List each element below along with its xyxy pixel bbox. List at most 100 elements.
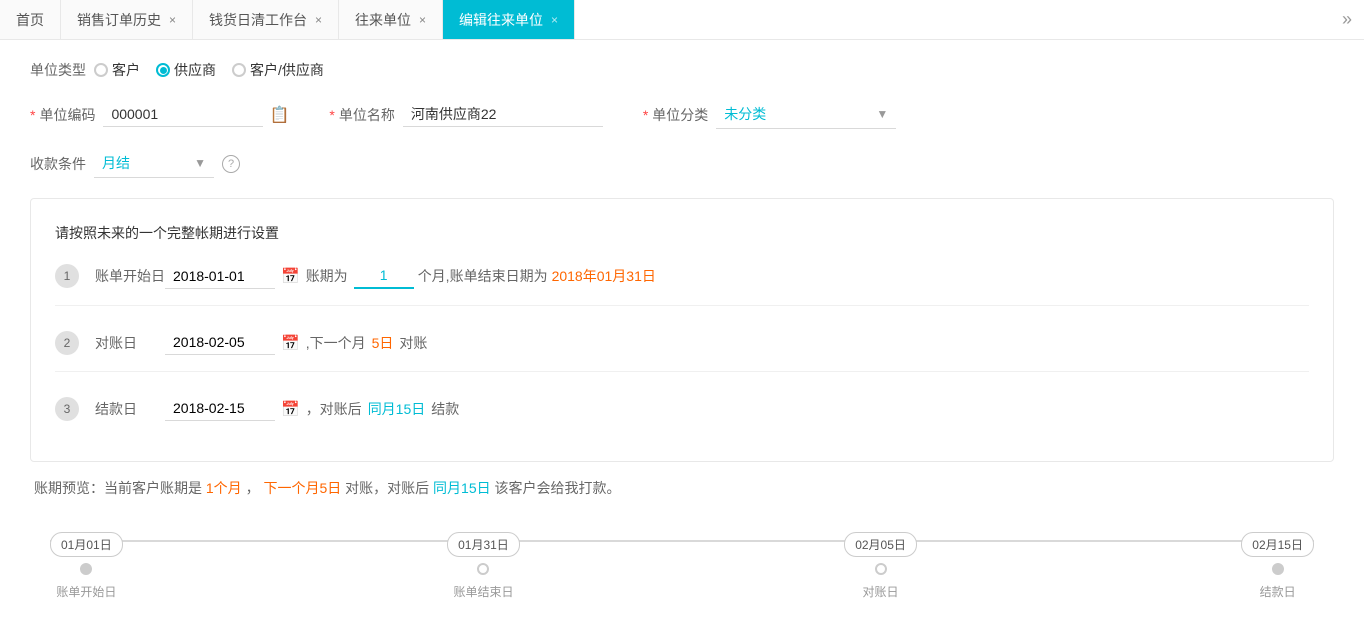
radio-supplier-label: 供应商 (174, 60, 216, 80)
tab-home-label: 首页 (16, 10, 44, 30)
tab-edit-partner-close[interactable]: × (551, 13, 558, 27)
unit-name-star: * (329, 107, 334, 123)
tab-partner-label: 往来单位 (355, 10, 411, 30)
unit-type-radio-group: 客户 供应商 客户/供应商 (94, 60, 324, 80)
payment-label: 收款条件 (30, 154, 86, 174)
tab-edit-partner[interactable]: 编辑往来单位 × (443, 0, 575, 39)
radio-customer-label: 客户 (112, 60, 140, 80)
payment-date-input[interactable] (165, 396, 275, 421)
setting-row-2: 2 对账日 📅 ,下一个月 5日 对账 (55, 330, 1309, 372)
preview-mid1: ， (246, 480, 260, 496)
unit-name-input[interactable] (403, 102, 603, 127)
payment-field: 收款条件 月结 ▼ ? (30, 149, 240, 178)
payment-date-calendar-icon[interactable]: 📅 (281, 400, 300, 418)
setting-row-3: 3 结款日 📅 ，对账后 同月15日 结款 (55, 396, 1309, 437)
preview-text: 账期预览：当前客户账期是 1个月 ， 下一个月5日 对账，对账后 同月15日 该… (30, 478, 1334, 498)
tab-home[interactable]: 首页 (0, 0, 61, 39)
timeline-point-2: 02月05日 对账日 (844, 532, 917, 600)
unit-category-select[interactable]: 未分类 ▼ (716, 100, 896, 129)
settings-box: 请按照未来的一个完整帐期进行设置 1 账单开始日 📅 账期为 个月,账单结束日期… (30, 198, 1334, 462)
unit-category-field: * 单位分类 未分类 ▼ (643, 100, 896, 129)
preview-part1: 1个月 (206, 480, 242, 496)
period-input[interactable] (354, 263, 414, 289)
reconcile-date-calendar-icon[interactable]: 📅 (281, 334, 300, 352)
radio-supplier[interactable]: 供应商 (156, 60, 216, 80)
period-label-3: ，对账后 (306, 399, 362, 419)
preview-part3: 同月15日 (433, 480, 491, 496)
unit-code-icon[interactable]: 📋 (269, 105, 289, 125)
preview-end: 该客户会给我打款。 (495, 480, 621, 496)
timeline-badge-0: 01月01日 (50, 532, 123, 557)
unit-code-input[interactable] (103, 102, 263, 127)
timeline-dot-3 (1272, 563, 1284, 575)
preview-label: 账期预览：当前客户账期是 (34, 480, 202, 496)
tab-cash-work[interactable]: 钱货日清工作台 × (193, 0, 339, 39)
unit-name-field: * 单位名称 (329, 102, 602, 127)
step-2: 2 (55, 331, 79, 355)
radio-supplier-circle (156, 63, 170, 77)
timeline-badge-1: 01月31日 (447, 532, 520, 557)
setting-row-1: 1 账单开始日 📅 账期为 个月,账单结束日期为 2018年01月31日 (55, 263, 1309, 306)
tab-sales-history-close[interactable]: × (169, 13, 176, 27)
timeline-label-2: 对账日 (863, 583, 899, 600)
radio-customer-circle (94, 63, 108, 77)
tab-cash-work-close[interactable]: × (315, 13, 322, 27)
tab-partner[interactable]: 往来单位 × (339, 0, 443, 39)
timeline-dot-0 (80, 563, 92, 575)
radio-customer[interactable]: 客户 (94, 60, 140, 80)
unit-category-star: * (643, 107, 648, 123)
start-date-input[interactable] (165, 264, 275, 289)
step-3: 3 (55, 397, 79, 421)
unit-category-label: 单位分类 (652, 105, 708, 125)
reconcile-day-highlight: 5日 (372, 333, 394, 353)
radio-both-label: 客户/供应商 (250, 60, 324, 80)
timeline-point-3: 02月15日 结款日 (1241, 532, 1314, 600)
timeline-dot-1 (477, 563, 489, 575)
timeline-badge-3: 02月15日 (1241, 532, 1314, 557)
tab-more-button[interactable]: » (1330, 9, 1364, 30)
period-label-2b: 对账 (399, 333, 427, 353)
tab-sales-history-label: 销售订单历史 (77, 10, 161, 30)
radio-both-circle (232, 63, 246, 77)
payment-select[interactable]: 月结 ▼ (94, 149, 214, 178)
period-label-3b: 结款 (431, 399, 459, 419)
page-content: 单位类型 客户 供应商 客户/供应商 * 单位编码 (0, 40, 1364, 620)
unit-type-row: 单位类型 客户 供应商 客户/供应商 (30, 60, 1334, 80)
setting-label-1: 账单开始日 (95, 266, 165, 286)
payment-value: 月结 (102, 153, 188, 173)
timeline-points: 01月01日 账单开始日 01月31日 账单结束日 02月05日 对账日 02月… (50, 532, 1314, 600)
unit-type-field: 单位类型 客户 供应商 客户/供应商 (30, 60, 324, 80)
step-1: 1 (55, 264, 79, 288)
timeline-point-1: 01月31日 账单结束日 (447, 532, 520, 600)
unit-code-field: * 单位编码 📋 (30, 102, 289, 127)
preview-part2: 下一个月5日 (263, 480, 341, 496)
unit-category-arrow: ▼ (876, 107, 888, 121)
payment-help-icon[interactable]: ? (222, 155, 240, 173)
settings-title: 请按照未来的一个完整帐期进行设置 (55, 223, 1309, 243)
start-date-calendar-icon[interactable]: 📅 (281, 267, 300, 285)
payment-arrow: ▼ (194, 156, 206, 170)
timeline-label-1: 账单结束日 (453, 583, 513, 600)
timeline-wrapper: 01月01日 账单开始日 01月31日 账单结束日 02月05日 对账日 02月… (30, 522, 1334, 600)
tab-partner-close[interactable]: × (419, 13, 426, 27)
unit-type-label: 单位类型 (30, 60, 86, 80)
timeline-dot-2 (875, 563, 887, 575)
setting-label-2: 对账日 (95, 333, 165, 353)
unit-name-label: 单位名称 (339, 105, 395, 125)
reconcile-date-input[interactable] (165, 330, 275, 355)
period-label-2: ,下一个月 (306, 333, 366, 353)
payment-day-highlight: 同月15日 (368, 399, 426, 419)
radio-both[interactable]: 客户/供应商 (232, 60, 324, 80)
unit-info-row: * 单位编码 📋 * 单位名称 * 单位分类 未分类 ▼ (30, 100, 1334, 129)
timeline-point-0: 01月01日 账单开始日 (50, 532, 123, 600)
timeline-badge-2: 02月05日 (844, 532, 917, 557)
period-label-1: 账期为 (306, 266, 348, 286)
tabs-bar: 首页 销售订单历史 × 钱货日清工作台 × 往来单位 × 编辑往来单位 × » (0, 0, 1364, 40)
timeline-label-0: 账单开始日 (56, 583, 116, 600)
tab-sales-history[interactable]: 销售订单历史 × (61, 0, 193, 39)
unit-code-label: 单位编码 (39, 105, 95, 125)
unit-code-star: * (30, 107, 35, 123)
end-date-highlight: 2018年01月31日 (552, 266, 656, 286)
unit-category-value: 未分类 (724, 104, 870, 124)
setting-label-3: 结款日 (95, 399, 165, 419)
